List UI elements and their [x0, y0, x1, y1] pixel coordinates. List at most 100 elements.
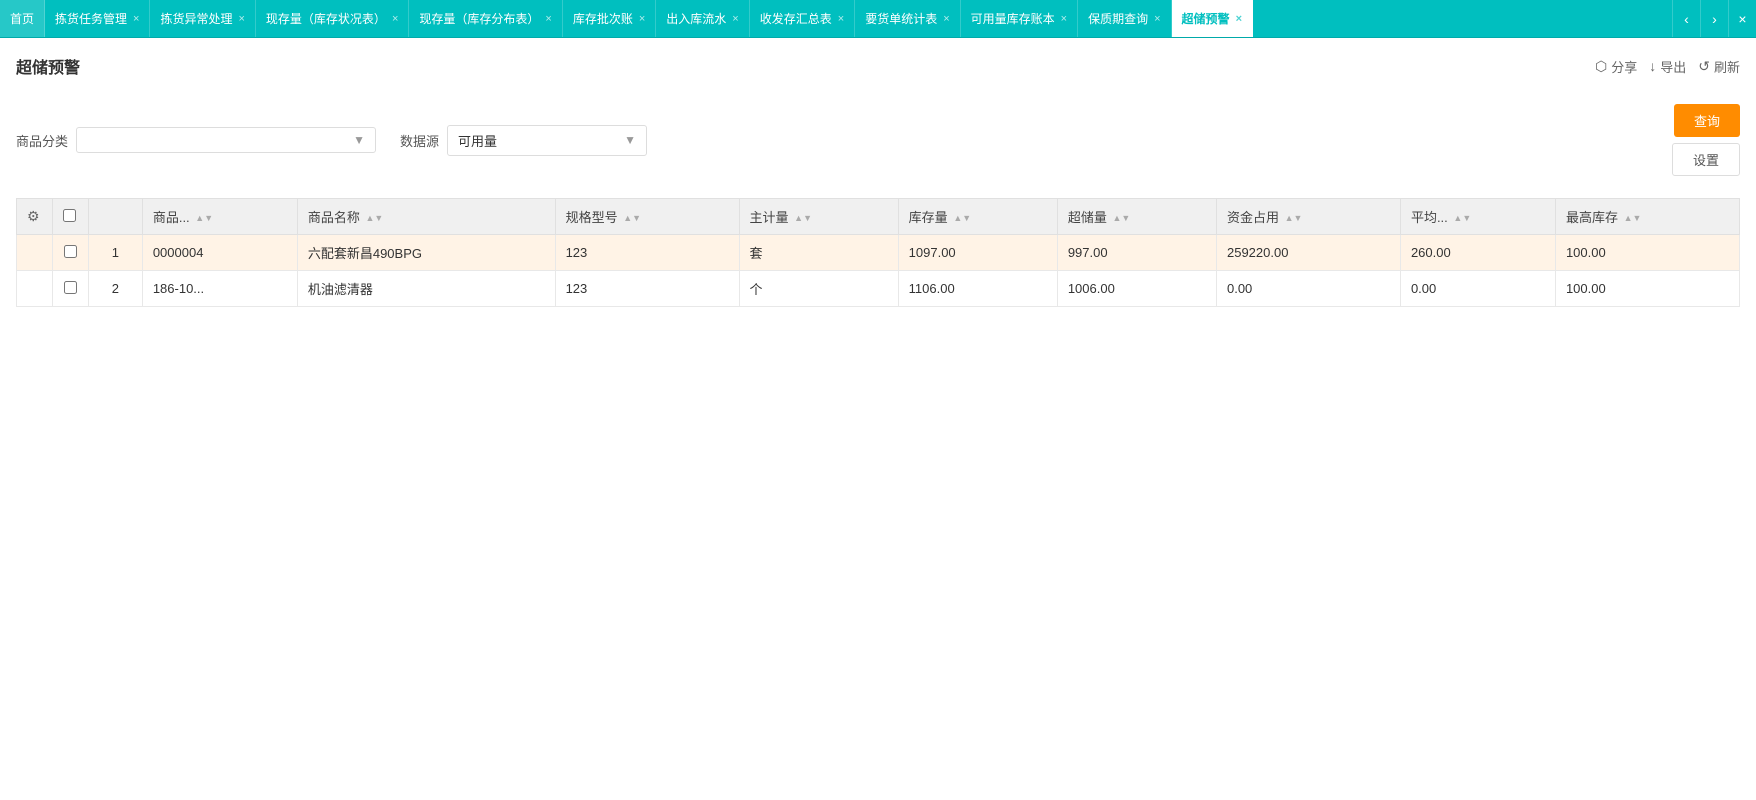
th-avg[interactable]: 平均... ▲▼: [1400, 199, 1555, 235]
datasource-label: 数据源: [400, 131, 439, 150]
sort-icon-stock: ▲▼: [953, 214, 971, 224]
close-tab-5[interactable]: ×: [639, 13, 645, 25]
row-overstock: 997.00: [1057, 235, 1216, 271]
close-tab-8[interactable]: ×: [943, 13, 949, 25]
row-spec: 123: [555, 271, 739, 307]
close-tab-1[interactable]: ×: [133, 13, 139, 25]
export-icon: ↓: [1649, 58, 1656, 74]
category-select[interactable]: ▼: [76, 127, 376, 153]
row-capital: 259220.00: [1216, 235, 1400, 271]
row-stock: 1097.00: [898, 235, 1057, 271]
nav-tab-home[interactable]: 首页: [0, 0, 45, 37]
nav-arrow-close[interactable]: ×: [1728, 0, 1756, 38]
th-unit[interactable]: 主计量 ▲▼: [739, 199, 898, 235]
table-row: 1 0000004 六配套新昌490BPG 123 套 1097.00 997.…: [17, 235, 1740, 271]
nav-tab-7[interactable]: 收发存汇总表 ×: [750, 0, 855, 37]
refresh-icon: ↺: [1698, 58, 1710, 75]
close-tab-4[interactable]: ×: [545, 13, 551, 25]
row-index: 1: [89, 235, 143, 271]
nav-tab-9[interactable]: 可用量库存账本 ×: [961, 0, 1078, 37]
settings-gear-icon[interactable]: ⚙: [27, 208, 40, 224]
nav-arrows: ‹ › ×: [1672, 0, 1756, 38]
data-table: ⚙ 商品... ▲▼ 商品名称 ▲▼ 规格型号 ▲▼: [16, 198, 1740, 307]
nav-tab-6[interactable]: 出入库流水 ×: [656, 0, 749, 37]
th-capital[interactable]: 资金占用 ▲▼: [1216, 199, 1400, 235]
row-unit: 套: [739, 235, 898, 271]
row-checkbox[interactable]: [64, 245, 77, 258]
nav-tab-3[interactable]: 现存量（库存状况表） ×: [256, 0, 409, 37]
nav-arrow-left[interactable]: ‹: [1672, 0, 1700, 38]
datasource-value: 可用量: [458, 131, 497, 150]
row-max-stock: 100.00: [1555, 271, 1739, 307]
category-label: 商品分类: [16, 131, 68, 150]
th-max-stock[interactable]: 最高库存 ▲▼: [1555, 199, 1739, 235]
datasource-select[interactable]: 可用量 ▼: [447, 125, 647, 156]
th-spec[interactable]: 规格型号 ▲▼: [555, 199, 739, 235]
nav-tab-10[interactable]: 保质期查询 ×: [1078, 0, 1171, 37]
settings-button[interactable]: 设置: [1672, 143, 1740, 176]
export-action[interactable]: ↓ 导出: [1649, 57, 1686, 76]
nav-tab-2[interactable]: 拣货异常处理 ×: [150, 0, 255, 37]
filter-datasource: 数据源 可用量 ▼: [400, 125, 647, 156]
page-header: 超储预警 ⬡ 分享 ↓ 导出 ↺ 刷新: [16, 54, 1740, 78]
nav-tab-11[interactable]: 超储预警 ×: [1172, 0, 1253, 37]
row-checkbox-cell: [53, 235, 89, 271]
th-checkbox: [53, 199, 89, 235]
filter-category: 商品分类 ▼: [16, 127, 376, 153]
header-actions: ⬡ 分享 ↓ 导出 ↺ 刷新: [1595, 57, 1740, 76]
close-tab-9[interactable]: ×: [1061, 13, 1067, 25]
refresh-action[interactable]: ↺ 刷新: [1698, 57, 1740, 76]
row-checkbox-cell: [53, 271, 89, 307]
close-tab-2[interactable]: ×: [238, 13, 244, 25]
select-all-checkbox[interactable]: [63, 209, 76, 222]
nav-arrow-right[interactable]: ›: [1700, 0, 1728, 38]
close-tab-7[interactable]: ×: [838, 13, 844, 25]
filter-buttons: 查询 设置: [1672, 104, 1740, 176]
row-checkbox[interactable]: [64, 281, 77, 294]
th-overstock[interactable]: 超储量 ▲▼: [1057, 199, 1216, 235]
row-product-code: 186-10...: [142, 271, 297, 307]
table-body: 1 0000004 六配套新昌490BPG 123 套 1097.00 997.…: [17, 235, 1740, 307]
close-tab-6[interactable]: ×: [732, 13, 738, 25]
query-button[interactable]: 查询: [1674, 104, 1740, 137]
th-settings: ⚙: [17, 199, 53, 235]
close-tab-3[interactable]: ×: [392, 13, 398, 25]
top-nav: 首页 拣货任务管理 × 拣货异常处理 × 现存量（库存状况表） × 现存量（库存…: [0, 0, 1756, 38]
row-overstock: 1006.00: [1057, 271, 1216, 307]
row-stock: 1106.00: [898, 271, 1057, 307]
sort-icon-product-code: ▲▼: [195, 214, 213, 224]
nav-tab-1[interactable]: 拣货任务管理 ×: [45, 0, 150, 37]
sort-icon-overstock: ▲▼: [1112, 214, 1130, 224]
row-spec: 123: [555, 235, 739, 271]
row-settings-cell: [17, 235, 53, 271]
nav-tab-4[interactable]: 现存量（库存分布表） ×: [409, 0, 562, 37]
row-product-name: 六配套新昌490BPG: [297, 235, 555, 271]
th-index: [89, 199, 143, 235]
share-icon: ⬡: [1595, 58, 1607, 75]
sort-icon-spec: ▲▼: [623, 214, 641, 224]
table-row: 2 186-10... 机油滤清器 123 个 1106.00 1006.00 …: [17, 271, 1740, 307]
sort-icon-unit: ▲▼: [794, 214, 812, 224]
row-max-stock: 100.00: [1555, 235, 1739, 271]
th-product-code[interactable]: 商品... ▲▼: [142, 199, 297, 235]
sort-icon-max-stock: ▲▼: [1624, 214, 1642, 224]
page-container: 超储预警 ⬡ 分享 ↓ 导出 ↺ 刷新 商品分类 ▼ 数据源: [0, 38, 1756, 800]
datasource-chevron-icon: ▼: [624, 133, 636, 147]
row-avg: 0.00: [1400, 271, 1555, 307]
page-title: 超储预警: [16, 54, 80, 78]
row-settings-cell: [17, 271, 53, 307]
th-stock[interactable]: 库存量 ▲▼: [898, 199, 1057, 235]
share-action[interactable]: ⬡ 分享: [1595, 57, 1637, 76]
nav-tab-5[interactable]: 库存批次账 ×: [563, 0, 656, 37]
table-header: ⚙ 商品... ▲▼ 商品名称 ▲▼ 规格型号 ▲▼: [17, 199, 1740, 235]
close-tab-10[interactable]: ×: [1154, 13, 1160, 25]
row-product-code: 0000004: [142, 235, 297, 271]
sort-icon-avg: ▲▼: [1453, 214, 1471, 224]
row-index: 2: [89, 271, 143, 307]
category-chevron-icon: ▼: [353, 133, 365, 147]
sort-icon-capital: ▲▼: [1285, 214, 1303, 224]
row-capital: 0.00: [1216, 271, 1400, 307]
th-product-name[interactable]: 商品名称 ▲▼: [297, 199, 555, 235]
close-tab-11[interactable]: ×: [1236, 13, 1242, 25]
nav-tab-8[interactable]: 要货单统计表 ×: [855, 0, 960, 37]
